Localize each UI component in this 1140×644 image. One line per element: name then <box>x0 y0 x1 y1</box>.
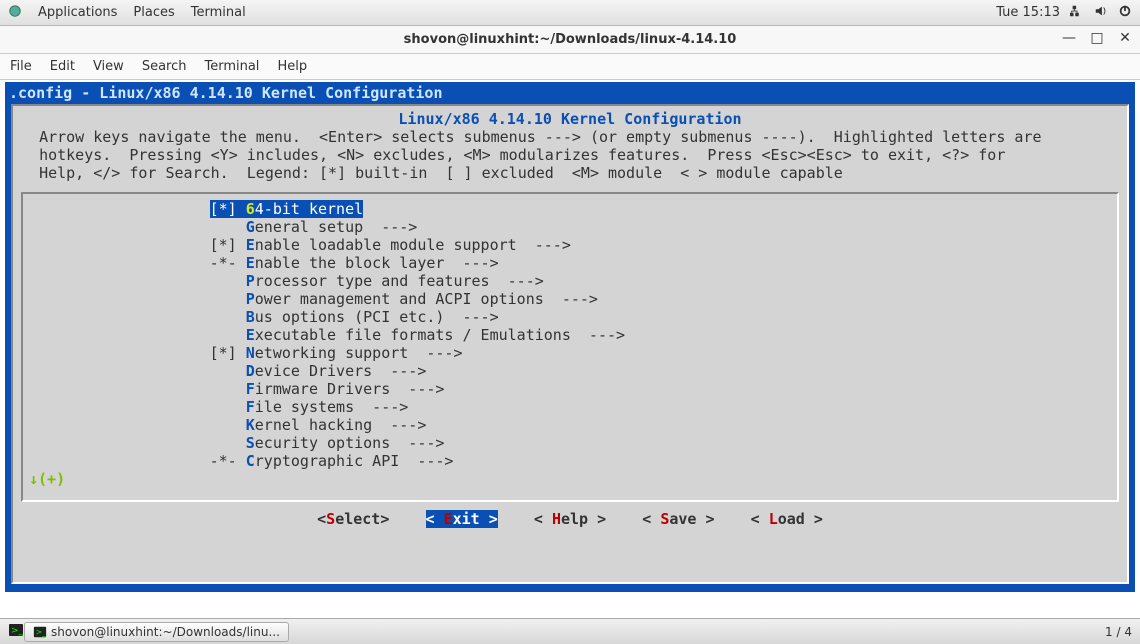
menu-help[interactable]: Help <box>277 59 307 74</box>
menuconfig-dialog: Linux/x86 4.14.10 Kernel Configuration A… <box>11 104 1129 584</box>
window-minimize-button[interactable]: — <box>1060 30 1078 46</box>
menu-item[interactable]: File systems ---> <box>29 398 1111 416</box>
window-maximize-button[interactable]: □ <box>1088 30 1106 46</box>
dialog-button[interactable]: < Save > <box>642 510 714 528</box>
menu-item[interactable]: Executable file formats / Emulations ---… <box>29 326 1111 344</box>
menu-item[interactable]: [*] Networking support ---> <box>29 344 1111 362</box>
menu-item[interactable]: Bus options (PCI etc.) ---> <box>29 308 1111 326</box>
menu-view[interactable]: View <box>93 59 124 74</box>
menu-item[interactable]: [*] 64-bit kernel <box>29 200 363 218</box>
window-titlebar[interactable]: shovon@linuxhint:~/Downloads/linux-4.14.… <box>0 26 1140 54</box>
menu-item[interactable]: General setup ---> <box>29 218 1111 236</box>
svg-text:>_: >_ <box>36 627 47 636</box>
topbar-terminal[interactable]: Terminal <box>191 5 246 20</box>
dialog-button[interactable]: <Select> <box>317 510 389 528</box>
topbar-places[interactable]: Places <box>133 5 174 20</box>
bottom-taskbar: >_ >_ shovon@linuxhint:~/Downloads/linu.… <box>0 618 1140 644</box>
dialog-button-row: <Select> < Exit > < Help > < Save > < Lo… <box>21 510 1119 528</box>
menu-item-list: [*] 64-bit kernel General setup ---> [*]… <box>21 192 1119 502</box>
app-menubar: File Edit View Search Terminal Help <box>0 54 1140 80</box>
topbar-logo-icon <box>8 4 22 22</box>
taskbar-task[interactable]: >_ shovon@linuxhint:~/Downloads/linu... <box>24 622 289 642</box>
gnome-topbar: Applications Places Terminal Tue 15:13 <box>0 0 1140 26</box>
dialog-button[interactable]: < Help > <box>534 510 606 528</box>
network-icon[interactable] <box>1070 4 1084 22</box>
dialog-button[interactable]: < Load > <box>751 510 823 528</box>
topbar-clock[interactable]: Tue 15:13 <box>996 5 1060 20</box>
window-title: shovon@linuxhint:~/Downloads/linux-4.14.… <box>404 32 737 47</box>
menu-edit[interactable]: Edit <box>50 59 75 74</box>
topbar-applications[interactable]: Applications <box>38 5 117 20</box>
menu-file[interactable]: File <box>10 59 32 74</box>
svg-text:>_: >_ <box>11 626 24 636</box>
workspace-indicator[interactable]: 1 / 4 <box>1105 625 1132 639</box>
taskbar-terminal-icon[interactable]: >_ <box>8 622 24 641</box>
menu-item[interactable]: Power management and ACPI options ---> <box>29 290 1111 308</box>
taskbar-task-label: shovon@linuxhint:~/Downloads/linu... <box>51 625 280 639</box>
terminal-area[interactable]: .config - Linux/x86 4.14.10 Kernel Confi… <box>5 82 1135 592</box>
menu-item[interactable]: [*] Enable loadable module support ---> <box>29 236 1111 254</box>
power-icon[interactable] <box>1118 4 1132 22</box>
volume-icon[interactable] <box>1094 4 1108 22</box>
window-close-button[interactable]: ✕ <box>1116 30 1134 46</box>
dialog-help-text: Arrow keys navigate the menu. <Enter> se… <box>21 128 1119 182</box>
menu-item[interactable]: Firmware Drivers ---> <box>29 380 1111 398</box>
menu-item[interactable]: Kernel hacking ---> <box>29 416 1111 434</box>
menu-search[interactable]: Search <box>142 59 187 74</box>
menu-item[interactable]: Device Drivers ---> <box>29 362 1111 380</box>
menu-item[interactable]: Processor type and features ---> <box>29 272 1111 290</box>
dialog-title: Linux/x86 4.14.10 Kernel Configuration <box>21 110 1119 128</box>
dialog-button[interactable]: < Exit > <box>426 510 498 528</box>
menu-terminal[interactable]: Terminal <box>204 59 259 74</box>
menuconfig-header: .config - Linux/x86 4.14.10 Kernel Confi… <box>5 82 1135 104</box>
menu-item[interactable]: Security options ---> <box>29 434 1111 452</box>
menu-item[interactable]: -*- Enable the block layer ---> <box>29 254 1111 272</box>
menu-item[interactable]: -*- Cryptographic API ---> <box>29 452 1111 470</box>
menu-more-indicator: ↓(+) <box>29 470 1111 488</box>
